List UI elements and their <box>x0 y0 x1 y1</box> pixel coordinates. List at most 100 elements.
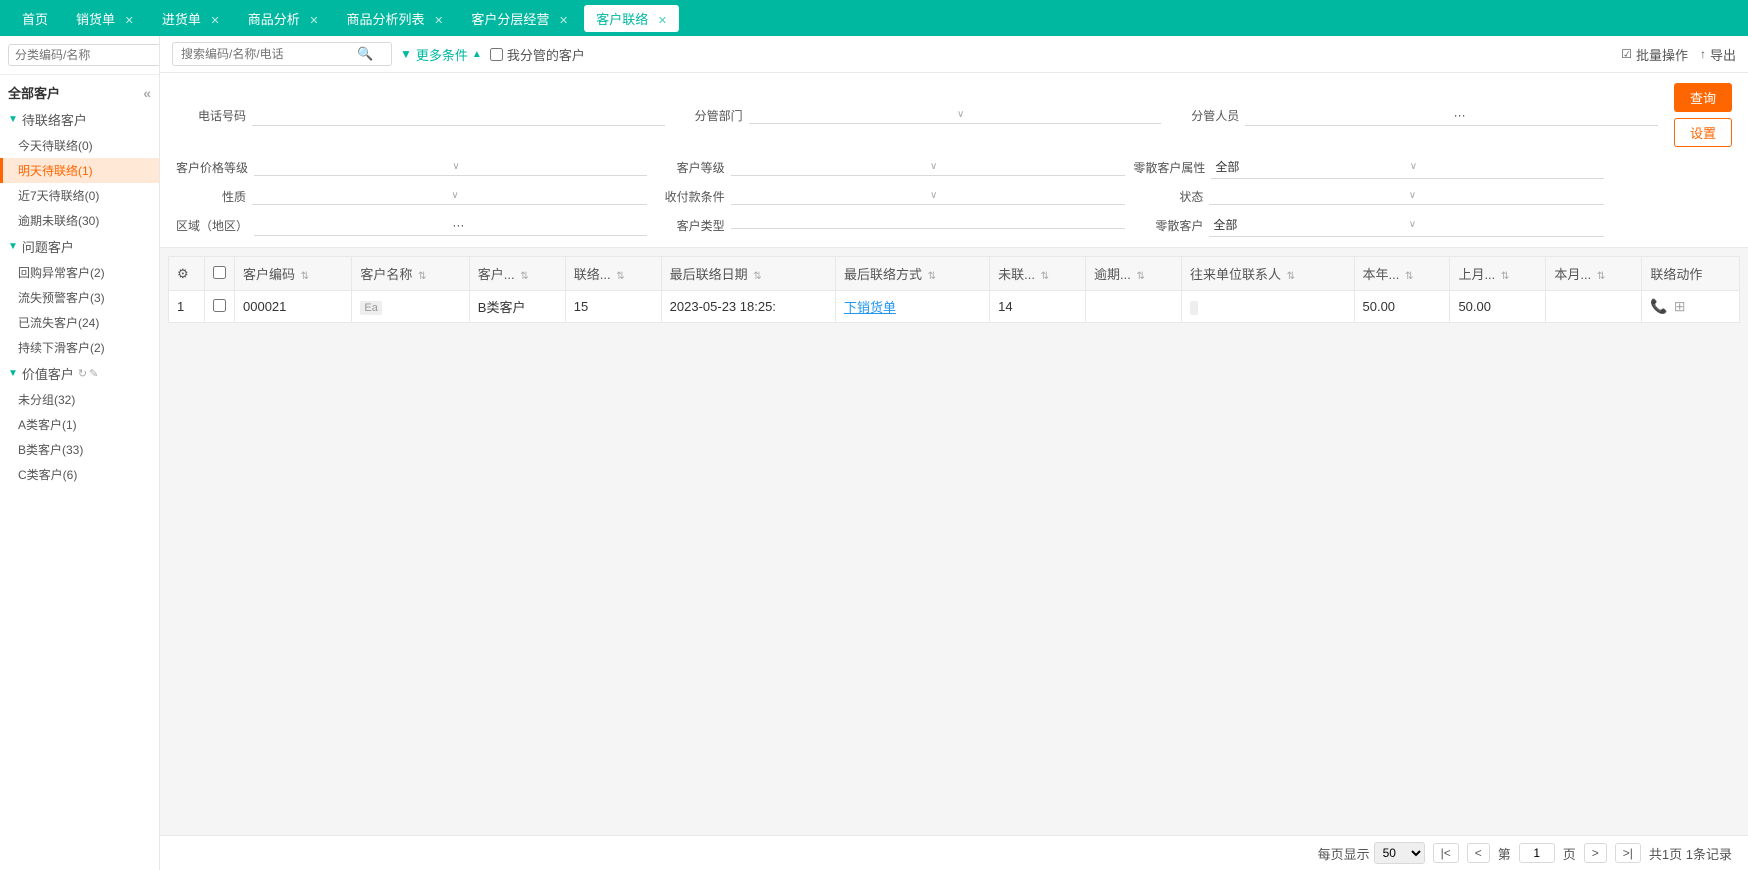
nav-item-customer-tier[interactable]: 客户分层经营 ✕ <box>459 5 580 32</box>
sidebar-item-tomorrow-contact[interactable]: 明天待联络(1) <box>0 158 159 183</box>
page-first-btn[interactable]: |< <box>1433 843 1459 863</box>
retail-customer-select[interactable]: 全部 ∨ <box>1209 213 1604 237</box>
sort-this-month-icon[interactable]: ⇅ <box>1597 271 1605 282</box>
nav-item-sales[interactable]: 销货单 ✕ <box>64 5 146 32</box>
gender-chevron-icon: ∨ <box>451 190 642 201</box>
manager-dots-icon[interactable]: ··· <box>1454 108 1654 122</box>
sidebar-search-input[interactable] <box>8 44 160 66</box>
nav-item-customer-contact[interactable]: 客户联络 ✕ <box>584 5 679 32</box>
sort-method-icon[interactable]: ⇅ <box>928 271 936 282</box>
payment-chevron-icon: ∨ <box>930 190 1121 201</box>
th-last-month-label: 上月... <box>1458 267 1495 282</box>
action-phone-icon[interactable]: 📞 <box>1650 298 1667 315</box>
phone-input[interactable] <box>252 105 665 126</box>
table-wrap: ⚙ 客户编码 ⇅ 客户名称 ⇅ <box>160 248 1748 835</box>
sort-person-icon[interactable]: ⇅ <box>1287 271 1295 282</box>
gear-icon[interactable]: ⚙ <box>177 266 189 281</box>
retail-attr-select[interactable]: 全部 ∨ <box>1211 155 1604 179</box>
page-size-select[interactable]: 50 100 <box>1374 842 1425 864</box>
more-filter-btn[interactable]: ▼ 更多条件 ▲ <box>400 45 482 64</box>
my-customer-checkbox-wrap[interactable]: 我分管的客户 <box>490 45 585 64</box>
sidebar-item-class-b[interactable]: B类客户(33) <box>0 437 159 462</box>
main-search-icon[interactable]: 🔍 <box>357 46 373 62</box>
close-product-analysis-list-icon[interactable]: ✕ <box>434 15 443 27</box>
search-bar-right: ☑ 批量操作 ↑ 导出 <box>1621 45 1736 64</box>
page-last-btn[interactable]: >| <box>1615 843 1641 863</box>
arrow-icon-2: ▼ <box>8 241 18 252</box>
sort-last-month-icon[interactable]: ⇅ <box>1501 271 1509 282</box>
close-purchase-icon[interactable]: ✕ <box>210 15 219 27</box>
page-next-btn[interactable]: > <box>1584 843 1607 863</box>
bulk-op-btn[interactable]: ☑ 批量操作 <box>1621 45 1688 64</box>
sidebar-item-overdue-contact[interactable]: 逾期未联络(30) <box>0 208 159 233</box>
group-value-customers[interactable]: ▼ 价值客户 ↻ ✎ <box>0 360 159 387</box>
payment-label: 收付款条件 <box>655 188 725 205</box>
table-row: 1 000021 Ea B类客户 15 2023-05-23 18:25: 下销… <box>169 291 1740 323</box>
nav-item-product-analysis-list[interactable]: 商品分析列表 ✕ <box>335 5 456 32</box>
select-all-checkbox[interactable] <box>213 266 226 279</box>
sort-uncontacted-icon[interactable]: ⇅ <box>1041 271 1049 282</box>
all-customers-header[interactable]: 全部客户 « <box>0 75 159 106</box>
region-select[interactable]: ··· <box>254 215 647 236</box>
sidebar-item-class-c[interactable]: C类客户(6) <box>0 462 159 487</box>
group-problem-customers[interactable]: ▼ 问题客户 <box>0 233 159 260</box>
sort-code-icon[interactable]: ⇅ <box>301 271 309 282</box>
sidebar-item-loss-warning[interactable]: 流失预警客户(3) <box>0 285 159 310</box>
close-customer-tier-icon[interactable]: ✕ <box>559 15 568 27</box>
sidebar-item-class-a[interactable]: A类客户(1) <box>0 412 159 437</box>
sort-year-icon[interactable]: ⇅ <box>1405 271 1413 282</box>
th-contact-person-label: 往来单位联系人 <box>1190 267 1281 282</box>
close-product-analysis-icon[interactable]: ✕ <box>309 15 318 27</box>
region-dots-icon[interactable]: ··· <box>452 218 642 232</box>
close-sales-icon[interactable]: ✕ <box>125 15 134 27</box>
export-label: 导出 <box>1710 45 1736 64</box>
sidebar-item-ungrouped[interactable]: 未分组(32) <box>0 387 159 412</box>
sort-name-icon[interactable]: ⇅ <box>418 271 426 282</box>
payment-select[interactable]: ∨ <box>731 187 1126 205</box>
arrow-icon: ▼ <box>8 114 18 125</box>
sort-overdue-icon[interactable]: ⇅ <box>1137 271 1145 282</box>
my-customer-checkbox[interactable] <box>490 48 503 61</box>
th-no: ⚙ <box>169 257 205 291</box>
filter-retail-customer: 零散客户 全部 ∨ <box>1133 213 1604 237</box>
sort-date-icon[interactable]: ⇅ <box>753 271 761 282</box>
page-prev-btn[interactable]: < <box>1467 843 1490 863</box>
dept-chevron-icon: ∨ <box>957 109 1157 120</box>
filter-dept: 分管部门 ∨ <box>673 106 1162 124</box>
customer-level-chevron-icon: ∨ <box>930 161 1121 172</box>
edit-icon[interactable]: ✎ <box>89 367 98 380</box>
main-search-input[interactable] <box>181 47 351 61</box>
manager-select[interactable]: ··· <box>1245 105 1658 126</box>
th-code: 客户编码 ⇅ <box>235 257 352 291</box>
gender-select[interactable]: ∨ <box>252 187 647 205</box>
dept-select[interactable]: ∨ <box>749 106 1162 124</box>
action-grid-icon[interactable]: ⊞ <box>1674 298 1686 315</box>
group-pending-contact[interactable]: ▼ 待联络客户 <box>0 106 159 133</box>
nav-item-product-analysis[interactable]: 商品分析 ✕ <box>236 5 331 32</box>
customer-level-select[interactable]: ∨ <box>731 158 1126 176</box>
status-select[interactable]: ∨ <box>1209 187 1604 205</box>
collapse-icon[interactable]: « <box>143 85 151 101</box>
nav-item-purchase[interactable]: 进货单 ✕ <box>150 5 232 32</box>
sidebar-item-continuous-decline[interactable]: 持续下滑客户(2) <box>0 335 159 360</box>
customer-type-select[interactable] <box>731 222 1126 229</box>
refresh-icon[interactable]: ↻ <box>78 367 87 380</box>
price-level-select[interactable]: ∨ <box>254 158 647 176</box>
sidebar-item-7day-contact[interactable]: 近7天待联络(0) <box>0 183 159 208</box>
group-value-customers-label: 价值客户 <box>22 364 74 383</box>
page-input[interactable] <box>1519 843 1555 863</box>
retail-customer-value: 全部 <box>1213 216 1404 233</box>
last-contact-method-link[interactable]: 下销货单 <box>844 300 896 315</box>
sidebar-item-today-contact[interactable]: 今天待联络(0) <box>0 133 159 158</box>
sidebar-item-repurchase-abnormal[interactable]: 回购异常客户(2) <box>0 260 159 285</box>
sort-contact-icon[interactable]: ⇅ <box>616 271 624 282</box>
close-customer-contact-icon[interactable]: ✕ <box>658 15 667 27</box>
row-checkbox[interactable] <box>213 299 226 312</box>
sidebar-item-lost[interactable]: 已流失客户(24) <box>0 310 159 335</box>
query-button[interactable]: 查询 <box>1674 83 1732 112</box>
nav-item-home[interactable]: 首页 <box>10 5 60 32</box>
filter-row-4: 区域（地区） ··· 客户类型 零散客户 全部 ∨ <box>176 213 1732 237</box>
export-btn[interactable]: ↑ 导出 <box>1700 45 1736 64</box>
sort-type-icon[interactable]: ⇅ <box>520 271 528 282</box>
settings-button[interactable]: 设置 <box>1674 118 1732 147</box>
